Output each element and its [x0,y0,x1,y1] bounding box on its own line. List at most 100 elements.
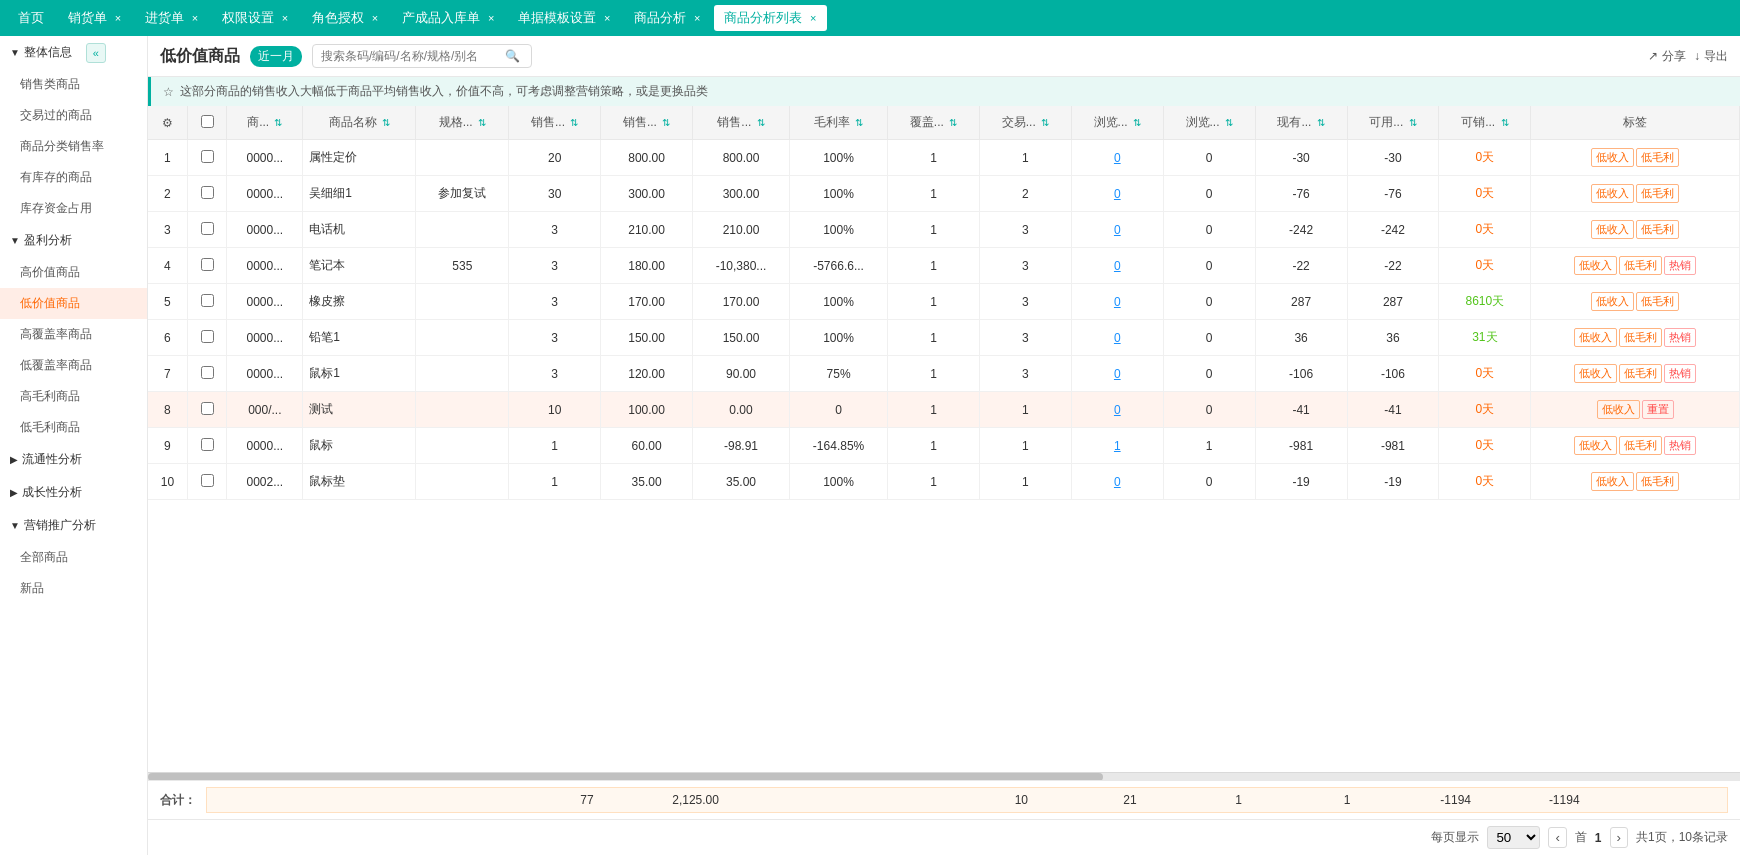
views-link[interactable]: 0 [1114,331,1121,345]
sidebar-collapse-btn[interactable]: « [86,43,106,63]
nav-roles[interactable]: 角色授权 × [302,5,388,31]
th-sales2[interactable]: 销售... ⇅ [601,106,693,140]
sidebar-item-traded-products[interactable]: 交易过的商品 [0,100,147,131]
views-link[interactable]: 0 [1114,223,1121,237]
row-checkbox[interactable] [201,258,214,271]
th-stock-sell[interactable]: 可销... ⇅ [1439,106,1531,140]
search-input[interactable] [321,49,501,63]
th-trade[interactable]: 交易... ⇅ [979,106,1071,140]
sidebar-item-all-products[interactable]: 全部商品 [0,542,147,573]
th-coverage[interactable]: 覆盖... ⇅ [888,106,980,140]
nav-product-analysis-close[interactable]: × [694,12,700,24]
views-link[interactable]: 0 [1114,187,1121,201]
th-stock-actual[interactable]: 现有... ⇅ [1255,106,1347,140]
td-checkbox[interactable] [187,464,227,500]
export-button[interactable]: ↓ 导出 [1694,48,1728,65]
sidebar-section-overall[interactable]: ▼ 整体信息 [0,36,82,69]
sidebar-item-low-value[interactable]: 低价值商品 [0,288,147,319]
nav-product-analysis-list[interactable]: 商品分析列表 × [714,5,826,31]
row-checkbox[interactable] [201,186,214,199]
time-badge[interactable]: 近一月 [250,46,302,67]
nav-purchase[interactable]: 进货单 × [135,5,208,31]
th-views1[interactable]: 浏览... ⇅ [1071,106,1163,140]
td-views1[interactable]: 0 [1071,248,1163,284]
td-views1[interactable]: 1 [1071,428,1163,464]
td-views1[interactable]: 0 [1071,392,1163,428]
td-checkbox[interactable] [187,356,227,392]
td-views1[interactable]: 0 [1071,212,1163,248]
search-box[interactable]: 🔍 [312,44,532,68]
horizontal-scrollbar[interactable] [148,772,1740,780]
last-page-btn[interactable]: › [1610,827,1628,848]
th-sales1[interactable]: 销售... ⇅ [509,106,601,140]
td-views1[interactable]: 0 [1071,356,1163,392]
sidebar-item-category-rate[interactable]: 商品分类销售率 [0,131,147,162]
gear-icon[interactable]: ⚙ [162,116,173,130]
first-page-btn[interactable]: ‹ [1548,827,1566,848]
nav-sales[interactable]: 销货单 × [58,5,131,31]
td-checkbox[interactable] [187,212,227,248]
td-checkbox[interactable] [187,248,227,284]
per-page-select[interactable]: 50 100 200 [1487,826,1540,849]
nav-products-in[interactable]: 产成品入库单 × [392,5,504,31]
th-margin[interactable]: 毛利率 ⇅ [790,106,888,140]
td-views1[interactable]: 0 [1071,176,1163,212]
nav-roles-close[interactable]: × [372,12,378,24]
views-link[interactable]: 0 [1114,259,1121,273]
nav-sales-close[interactable]: × [115,12,121,24]
sidebar-item-stock-capital[interactable]: 库存资金占用 [0,193,147,224]
row-checkbox[interactable] [201,474,214,487]
td-checkbox[interactable] [187,176,227,212]
sidebar-section-marketing[interactable]: ▼ 营销推广分析 [0,509,147,542]
row-checkbox[interactable] [201,438,214,451]
td-checkbox[interactable] [187,392,227,428]
sidebar-item-high-value[interactable]: 高价值商品 [0,257,147,288]
sidebar-item-stock-products[interactable]: 有库存的商品 [0,162,147,193]
td-checkbox[interactable] [187,284,227,320]
td-checkbox[interactable] [187,320,227,356]
td-views1[interactable]: 0 [1071,284,1163,320]
nav-templates-close[interactable]: × [604,12,610,24]
th-sales3[interactable]: 销售... ⇅ [693,106,790,140]
sidebar-item-new-products[interactable]: 新品 [0,573,147,604]
nav-purchase-close[interactable]: × [192,12,198,24]
sidebar-item-low-margin[interactable]: 低毛利商品 [0,412,147,443]
td-views1[interactable]: 0 [1071,140,1163,176]
td-views1[interactable]: 0 [1071,464,1163,500]
row-checkbox[interactable] [201,294,214,307]
nav-templates[interactable]: 单据模板设置 × [508,5,620,31]
td-checkbox[interactable] [187,428,227,464]
views-link[interactable]: 0 [1114,403,1121,417]
views-link[interactable]: 0 [1114,151,1121,165]
nav-permissions[interactable]: 权限设置 × [212,5,298,31]
sidebar-section-profit[interactable]: ▼ 盈利分析 [0,224,147,257]
row-checkbox[interactable] [201,402,214,415]
nav-products-in-close[interactable]: × [488,12,494,24]
views-link[interactable]: 1 [1114,439,1121,453]
row-checkbox[interactable] [201,150,214,163]
th-gear[interactable]: ⚙ [148,106,187,140]
row-checkbox[interactable] [201,222,214,235]
td-views1[interactable]: 0 [1071,320,1163,356]
sidebar-item-low-coverage[interactable]: 低覆盖率商品 [0,350,147,381]
share-button[interactable]: ↗ 分享 [1648,48,1686,65]
th-checkbox[interactable] [187,106,227,140]
row-checkbox[interactable] [201,330,214,343]
th-views2[interactable]: 浏览... ⇅ [1163,106,1255,140]
th-stock-avail[interactable]: 可用... ⇅ [1347,106,1439,140]
nav-product-analysis-list-close[interactable]: × [810,12,816,24]
nav-home[interactable]: 首页 [8,5,54,31]
nav-product-analysis[interactable]: 商品分析 × [624,5,710,31]
search-icon[interactable]: 🔍 [505,49,520,63]
sidebar-item-sales-products[interactable]: 销售类商品 [0,69,147,100]
views-link[interactable]: 0 [1114,295,1121,309]
select-all-checkbox[interactable] [201,115,214,128]
views-link[interactable]: 0 [1114,475,1121,489]
views-link[interactable]: 0 [1114,367,1121,381]
sidebar-item-high-coverage[interactable]: 高覆盖率商品 [0,319,147,350]
th-name[interactable]: 商品名称 ⇅ [303,106,416,140]
td-checkbox[interactable] [187,140,227,176]
nav-permissions-close[interactable]: × [282,12,288,24]
th-spec[interactable]: 规格... ⇅ [416,106,509,140]
row-checkbox[interactable] [201,366,214,379]
